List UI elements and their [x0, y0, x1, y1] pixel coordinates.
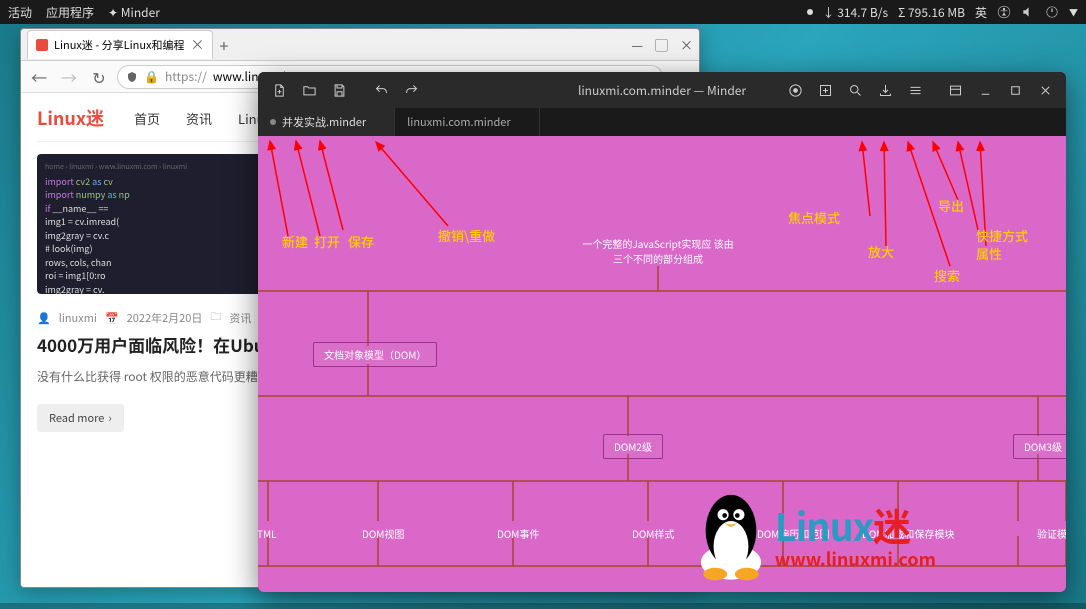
browser-tab-active[interactable]: Linux迷 - 分享Linux和编程 × [27, 30, 213, 59]
net-up-indicator: Σ 795.16 MB [898, 4, 965, 21]
article-date: 2022年2月20日 [127, 310, 203, 326]
window-maximize-button[interactable]: ▢ [655, 35, 668, 54]
anno-open: 打开 [314, 232, 340, 251]
nav-home[interactable]: 首页 [134, 109, 160, 128]
url-scheme: https:// [165, 68, 207, 85]
accessibility-icon[interactable] [997, 5, 1011, 19]
applications-button[interactable]: 应用程序 [46, 4, 94, 21]
site-logo[interactable]: Linux迷 [37, 105, 104, 131]
calendar-icon: 📅 [105, 310, 119, 326]
power-icon[interactable] [1045, 5, 1059, 19]
forward-button[interactable]: → [57, 65, 81, 89]
activities-button[interactable]: 活动 [8, 4, 32, 21]
tab-title: Linux迷 - 分享Linux和编程 [54, 37, 184, 53]
focus-mode-button[interactable] [782, 77, 808, 103]
mindmap-node-domstyle[interactable]: DOM样式 [628, 524, 678, 543]
net-down-indicator: ↓ 314.7 B/s [823, 4, 889, 21]
menu-button[interactable] [902, 77, 928, 103]
anno-zoom: 放大 [868, 242, 894, 261]
anno-search: 搜索 [934, 266, 960, 285]
properties-panel-button[interactable] [942, 77, 968, 103]
input-method-indicator[interactable]: 英 [975, 4, 987, 21]
anno-properties: 属性 [976, 244, 1002, 263]
zoom-button[interactable] [812, 77, 838, 103]
minder-maximize-button[interactable] [1002, 77, 1028, 103]
window-close-button[interactable]: × [680, 35, 693, 54]
minder-minimize-button[interactable] [972, 77, 998, 103]
article-author[interactable]: linuxmi [59, 310, 97, 326]
mindmap-canvas[interactable]: 一个完整的JavaScript实现应 该由三个不同的部分组成 文档对象模型（DO… [258, 136, 1066, 592]
nav-news[interactable]: 资讯 [186, 109, 212, 128]
mindmap-root-node[interactable]: 一个完整的JavaScript实现应 该由三个不同的部分组成 [578, 234, 738, 268]
undo-button[interactable] [368, 77, 394, 103]
mindmap-node-domview[interactable]: DOM视图 [358, 524, 408, 543]
anno-shortcut: 快捷方式 [976, 226, 1028, 245]
article-hero-code-image[interactable]: home › linuxmi › www.linuxmi.com › linux… [37, 154, 267, 294]
minder-tab-1[interactable]: linuxmi.com.minder [395, 108, 540, 136]
volume-icon[interactable] [1021, 5, 1035, 19]
browser-tab-bar: Linux迷 - 分享Linux和编程 × + — ▢ × [21, 29, 699, 61]
author-icon: 👤 [37, 310, 51, 326]
anno-export: 导出 [938, 196, 964, 215]
watermark: Linux迷 www.linuxmi.com [691, 487, 936, 582]
chevron-right-icon: › [108, 410, 111, 426]
minder-tab-bar: 并发实战.minder linuxmi.com.minder [258, 108, 1066, 136]
lock-icon: 🔒 [144, 68, 159, 85]
mindmap-node-html[interactable]: TML [258, 524, 281, 543]
new-tab-button[interactable]: + [219, 33, 228, 57]
article-category[interactable]: 资讯 [229, 310, 251, 326]
tab-favicon-icon [36, 39, 48, 51]
site-nav: 首页 资讯 Linu [134, 109, 265, 128]
dock-hint [0, 603, 1086, 609]
mindmap-node-dom[interactable]: 文档对象模型（DOM） [313, 342, 437, 367]
mindmap-node-domevent[interactable]: DOM事件 [493, 524, 543, 543]
tab-modified-dot-icon [270, 119, 276, 125]
mindmap-node-domval[interactable]: 验证模块 [1033, 524, 1066, 543]
minder-tab-0[interactable]: 并发实战.minder [258, 108, 395, 136]
tab-close-icon[interactable]: × [190, 35, 204, 55]
reload-button[interactable]: ↻ [87, 65, 111, 89]
current-app-indicator[interactable]: ✦ Minder [108, 4, 160, 21]
save-file-button[interactable] [326, 77, 352, 103]
search-button[interactable] [842, 77, 868, 103]
redo-button[interactable] [398, 77, 424, 103]
minder-window: linuxmi.com.minder — Minder 并发实战.minder … [258, 72, 1066, 592]
system-menu-chevron-icon[interactable]: ▼ [1069, 6, 1078, 19]
open-file-button[interactable] [296, 77, 322, 103]
gnome-top-panel: 活动 应用程序 ✦ Minder ↓ 314.7 B/s Σ 795.16 MB… [0, 0, 1086, 24]
new-file-button[interactable] [266, 77, 292, 103]
anno-save: 保存 [348, 232, 374, 251]
minder-header-bar: linuxmi.com.minder — Minder [258, 72, 1066, 108]
mindmap-node-dom2[interactable]: DOM2级 [603, 434, 663, 459]
folder-icon: 🗀 [210, 308, 221, 327]
anno-new: 新建 [282, 232, 308, 251]
shield-icon [126, 71, 138, 83]
export-button[interactable] [872, 77, 898, 103]
tux-penguin-icon [691, 487, 771, 582]
watermark-url: www.linuxmi.com [775, 546, 936, 572]
mindmap-node-dom3[interactable]: DOM3级 [1013, 434, 1066, 459]
notification-dot-icon [807, 9, 813, 15]
back-button[interactable]: ← [27, 65, 51, 89]
minder-close-button[interactable] [1032, 77, 1058, 103]
anno-undo-redo: 撤销\重做 [438, 226, 495, 245]
anno-focus: 焦点模式 [788, 208, 840, 227]
window-minimize-button[interactable]: — [631, 35, 643, 54]
read-more-button[interactable]: Read more › [37, 404, 124, 432]
